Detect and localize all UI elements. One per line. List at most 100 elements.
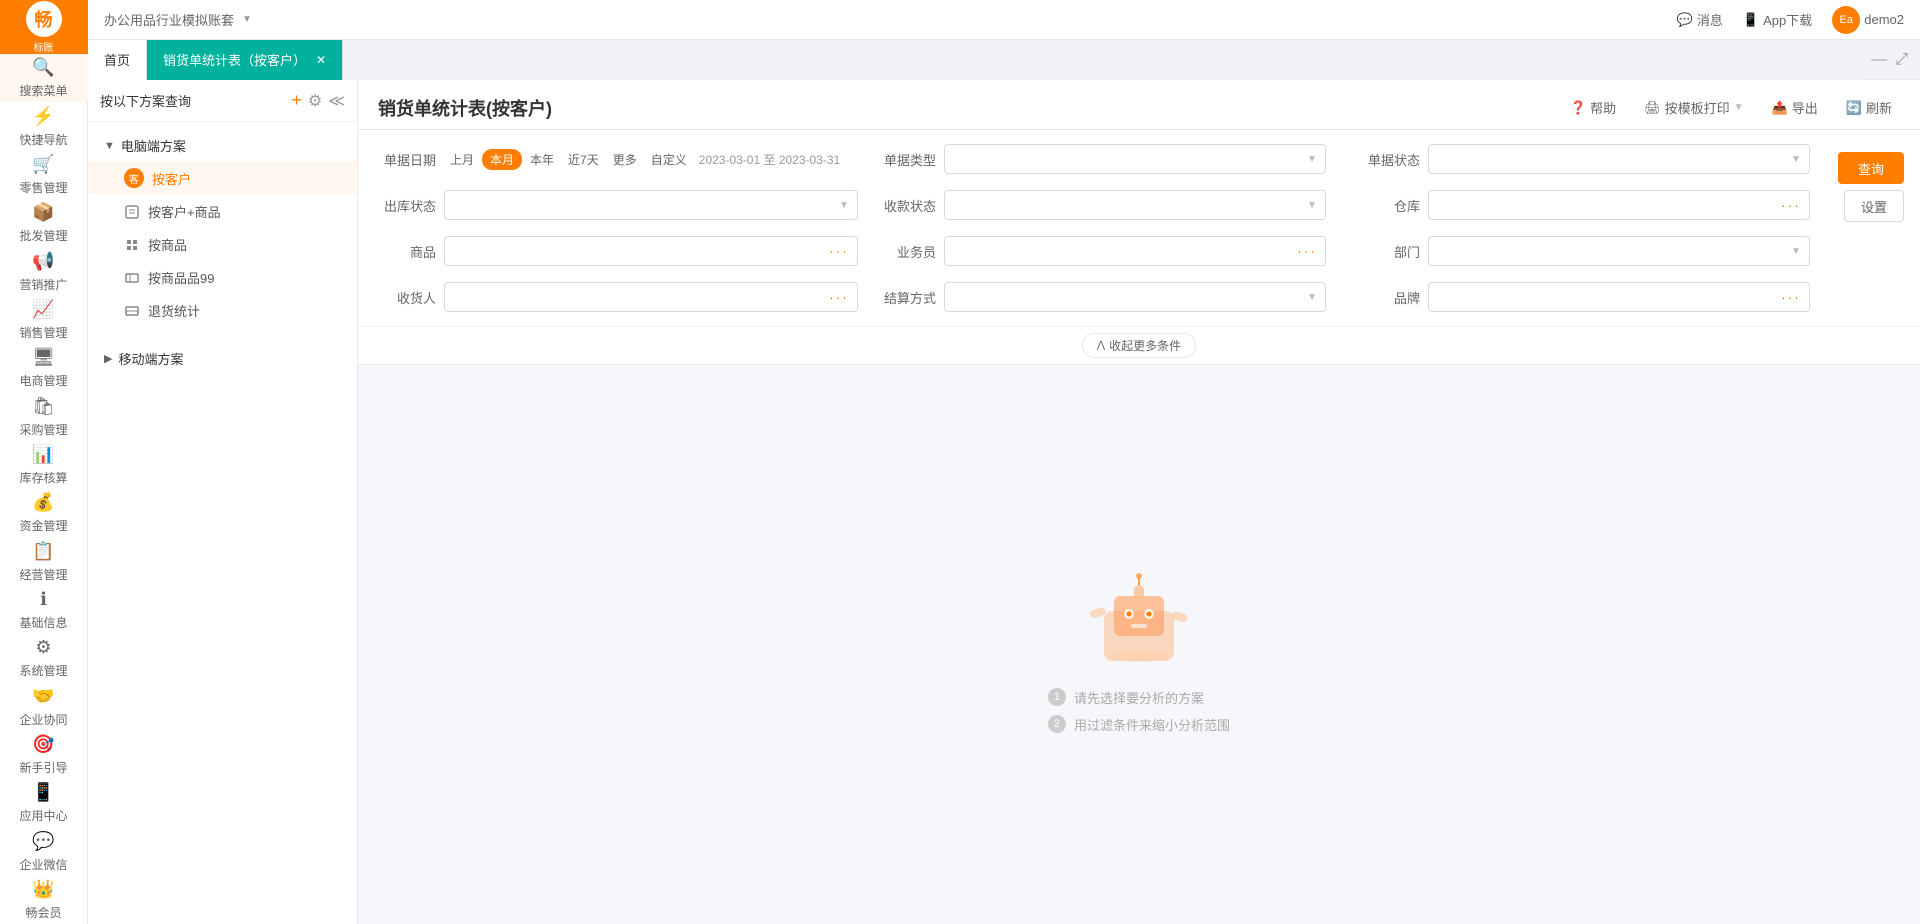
goods-dots[interactable]: ··· [829, 243, 849, 259]
desktop-scheme-group-title[interactable]: ▼ 电脑端方案 [88, 130, 357, 161]
sidebar-item-member[interactable]: 👑 畅会员 [0, 876, 88, 924]
tab-maximize-icon[interactable]: ⤢ [1895, 51, 1908, 69]
sidebar-item-retail[interactable]: 🛒 零售管理 [0, 151, 88, 199]
print-btn[interactable]: 🖨 按模板打印 ▼ [1636, 94, 1751, 121]
scheme-item-by-goods-99[interactable]: 按商品品99 [88, 261, 357, 294]
sidebar-item-label: 资金管理 [19, 517, 67, 534]
scheme-label-by-customer: 按客户 [152, 169, 191, 188]
print-dropdown-arrow[interactable]: ▼ [1734, 102, 1744, 113]
desktop-group-arrow: ▼ [104, 140, 115, 152]
receipt-status-select[interactable]: ▼ [944, 190, 1326, 220]
filter-row-1: 单据日期 上月 本月 本年 近7天 更多 自定义 2023-03-01 至 20… [374, 140, 1826, 178]
order-type-select[interactable]: ▼ [944, 144, 1326, 174]
date-tab-last-month[interactable]: 上月 [444, 149, 480, 170]
filter-receipt-status: 收款状态 ▼ [858, 186, 1342, 224]
scheme-item-by-customer-goods[interactable]: 按客户+商品 [88, 195, 357, 228]
hint-text-2: 用过滤条件来缩小分析范围 [1074, 715, 1230, 734]
sidebar-item-label: 批发管理 [19, 227, 67, 244]
salesperson-dots[interactable]: ··· [1297, 243, 1317, 259]
member-icon: 👑 [32, 879, 54, 900]
customer-goods-icon [124, 204, 140, 220]
export-btn[interactable]: 📤 导出 [1764, 94, 1826, 121]
sidebar-item-marketing[interactable]: 📢 营销推广 [0, 247, 88, 295]
sidebar-item-appcenter[interactable]: 📱 应用中心 [0, 779, 88, 827]
goods-select[interactable]: ··· [444, 236, 858, 266]
sidebar-item-newbie[interactable]: 🎯 新手引导 [0, 731, 88, 779]
sidebar-item-finance[interactable]: 💰 资金管理 [0, 489, 88, 537]
receiver-select[interactable]: ··· [444, 282, 858, 312]
sidebar-item-inventory[interactable]: 📊 库存核算 [0, 441, 88, 489]
system-icon: ⚙ [35, 637, 51, 658]
brand-select[interactable]: ··· [1428, 282, 1810, 312]
settlement-arrow: ▼ [1307, 292, 1317, 303]
collapse-arrow-icon: ⋀ [1097, 340, 1105, 351]
date-tabs-container: 上月 本月 本年 近7天 更多 自定义 2023-03-01 至 2023-03… [444, 149, 840, 170]
order-status-arrow: ▼ [1791, 154, 1801, 165]
query-button[interactable]: 查询 [1838, 152, 1904, 184]
empty-illustration [1079, 556, 1199, 676]
app-download-btn[interactable]: 📱 App下载 [1743, 10, 1812, 29]
sidebar-item-purchase[interactable]: 🛍 采购管理 [0, 392, 88, 440]
sidebar-item-enterprise[interactable]: 🤝 企业协同 [0, 682, 88, 730]
messages-btn[interactable]: 💬 消息 [1677, 10, 1723, 29]
refresh-btn[interactable]: 🔄 刷新 [1838, 94, 1900, 121]
date-label: 单据日期 [374, 150, 444, 169]
settlement-select[interactable]: ▼ [944, 282, 1326, 312]
settlement-label: 结算方式 [874, 288, 944, 307]
customer-icon: 客 [124, 168, 144, 188]
order-status-select[interactable]: ▼ [1428, 144, 1810, 174]
tab-close-icon[interactable]: ✕ [316, 53, 326, 67]
scheme-item-by-goods[interactable]: 按商品 [88, 228, 357, 261]
account-dropdown-arrow[interactable]: ▼ [242, 14, 252, 25]
collapse-btn[interactable]: ⋀ 收起更多条件 [1082, 333, 1196, 358]
sidebar-item-ecommerce[interactable]: 🖥 电商管理 [0, 344, 88, 392]
sidebar-item-sales[interactable]: 📈 销售管理 [0, 296, 88, 344]
sidebar-item-search[interactable]: 🔍 搜索菜单 [0, 54, 88, 102]
warehouse-dots[interactable]: ··· [1781, 197, 1801, 213]
sidebar-item-basic[interactable]: ℹ 基础信息 [0, 586, 88, 634]
warehouse-select[interactable]: ··· [1428, 190, 1810, 220]
sidebar-item-wholesale[interactable]: 📦 批发管理 [0, 199, 88, 247]
sidebar-item-system[interactable]: ⚙ 系统管理 [0, 634, 88, 682]
left-panel-header: 按以下方案查询 + ⚙ ≪ [88, 80, 357, 122]
date-tab-last-7[interactable]: 近7天 [562, 149, 605, 170]
date-tab-more[interactable]: 更多 [607, 149, 643, 170]
empty-hint-1: 1 请先选择要分析的方案 [1048, 688, 1230, 707]
scheme-item-return-stat[interactable]: 退货统计 [88, 294, 357, 327]
receiver-dots[interactable]: ··· [829, 289, 849, 305]
tab-sales-stat[interactable]: 销货单统计表（按客户） ✕ [147, 40, 343, 80]
out-status-arrow: ▼ [839, 200, 849, 211]
retail-icon: 🛒 [32, 154, 54, 175]
user-menu[interactable]: Ea demo2 [1832, 6, 1904, 34]
department-select[interactable]: ▼ [1428, 236, 1810, 266]
right-panel: 销货单统计表(按客户) ❓ 帮助 🖨 按模板打印 ▼ 📤 导出 [358, 80, 1920, 924]
date-tab-custom[interactable]: 自定义 [645, 149, 693, 170]
brand-dots[interactable]: ··· [1781, 289, 1801, 305]
page-title: 销货单统计表(按客户) [378, 95, 552, 121]
goods-99-icon [124, 270, 140, 286]
top-header: 办公用品行业模拟账套 ▼ 💬 消息 📱 App下载 Ea demo2 [88, 0, 1920, 40]
purchase-icon: 🛍 [32, 396, 55, 417]
sidebar-item-operation[interactable]: 📋 经营管理 [0, 537, 88, 585]
scheme-item-by-customer[interactable]: 客 按客户 [88, 161, 357, 195]
sidebar-item-quick-nav[interactable]: ⚡ 快捷导航 [0, 102, 88, 150]
date-range-display: 2023-03-01 至 2023-03-31 [699, 151, 840, 168]
add-scheme-btn[interactable]: + [291, 90, 302, 111]
settings-scheme-btn[interactable]: ⚙ [308, 91, 322, 111]
filter-receiver: 收货人 ··· [374, 278, 858, 316]
tab-minimize-icon[interactable]: — [1871, 51, 1887, 69]
tab-home[interactable]: 首页 [88, 40, 147, 80]
salesperson-label: 业务员 [874, 242, 944, 261]
desktop-scheme-group: ▼ 电脑端方案 客 按客户 按客户+商品 按商品 [88, 122, 357, 335]
salesperson-select[interactable]: ··· [944, 236, 1326, 266]
sidebar-item-wechat[interactable]: 💬 企业微信 [0, 827, 88, 875]
out-status-select[interactable]: ▼ [444, 190, 858, 220]
help-btn[interactable]: ❓ 帮助 [1562, 94, 1624, 121]
filter-date: 单据日期 上月 本月 本年 近7天 更多 自定义 2023-03-01 至 20… [374, 140, 858, 178]
sidebar-item-label: 企业微信 [19, 856, 67, 873]
date-tab-this-year[interactable]: 本年 [524, 149, 560, 170]
mobile-scheme-group-title[interactable]: ▶ 移动端方案 [88, 343, 357, 374]
collapse-panel-btn[interactable]: ≪ [328, 91, 345, 111]
settings-button[interactable]: 设置 [1844, 190, 1904, 222]
date-tab-this-month[interactable]: 本月 [482, 149, 522, 170]
